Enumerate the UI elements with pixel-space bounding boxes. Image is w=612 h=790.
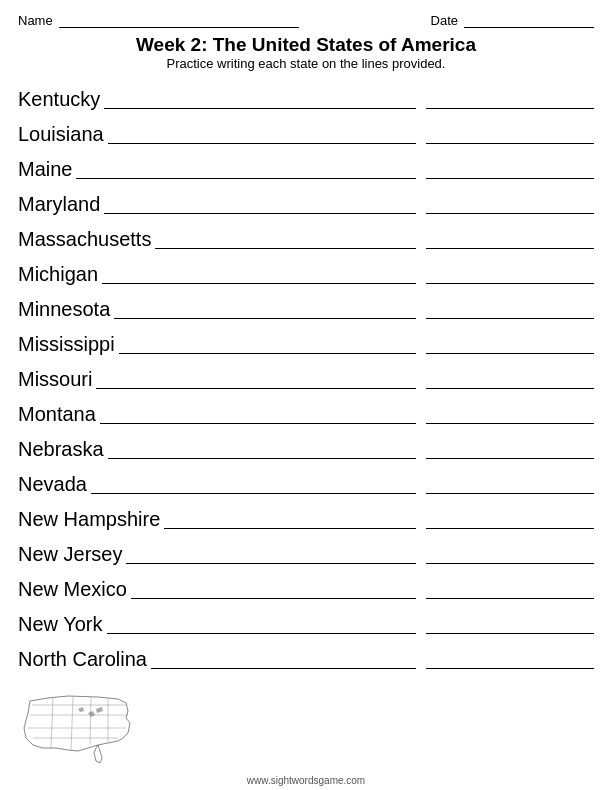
states-section: Kentucky Louisiana Maine Maryland Massachuse…: [18, 79, 594, 673]
state-name: Nevada: [18, 474, 87, 498]
state-name: Nebraska: [18, 439, 104, 463]
write-line-1[interactable]: [104, 91, 416, 109]
write-line-2[interactable]: [426, 546, 594, 564]
write-line-2[interactable]: [426, 161, 594, 179]
name-input-line[interactable]: [59, 12, 299, 28]
page-title: Week 2: The United States of America: [18, 34, 594, 56]
write-line-1[interactable]: [104, 196, 416, 214]
us-map-svg: [18, 693, 138, 768]
state-name: New Hampshire: [18, 509, 160, 533]
write-line-1[interactable]: [102, 266, 416, 284]
svg-line-2: [90, 697, 91, 745]
state-row: Nebraska: [18, 429, 594, 463]
state-name: Maine: [18, 159, 72, 183]
write-line-1[interactable]: [76, 161, 416, 179]
state-name: Massachusetts: [18, 229, 151, 253]
state-row: Maine: [18, 149, 594, 183]
state-name: Louisiana: [18, 124, 104, 148]
write-line-1[interactable]: [108, 441, 416, 459]
write-line-1[interactable]: [91, 476, 416, 494]
state-name: New York: [18, 614, 103, 638]
write-line-2[interactable]: [426, 511, 594, 529]
state-row: Massachusetts: [18, 219, 594, 253]
state-row: Montana: [18, 394, 594, 428]
state-name: Montana: [18, 404, 96, 428]
svg-line-0: [51, 698, 53, 748]
write-line-2[interactable]: [426, 266, 594, 284]
state-name: Minnesota: [18, 299, 110, 323]
state-row: New Mexico: [18, 569, 594, 603]
name-field-row: Name: [18, 12, 299, 28]
write-line-2[interactable]: [426, 336, 594, 354]
state-name: Missouri: [18, 369, 92, 393]
write-line-1[interactable]: [126, 546, 416, 564]
write-line-2[interactable]: [426, 651, 594, 669]
write-line-1[interactable]: [155, 231, 416, 249]
state-row: New Hampshire: [18, 499, 594, 533]
state-row: North Carolina: [18, 639, 594, 673]
state-row: Mississippi: [18, 324, 594, 358]
write-line-1[interactable]: [96, 371, 416, 389]
state-name: Michigan: [18, 264, 98, 288]
write-line-2[interactable]: [426, 616, 594, 634]
state-row: Minnesota: [18, 289, 594, 323]
state-row: Nevada: [18, 464, 594, 498]
state-name: Maryland: [18, 194, 100, 218]
write-line-2[interactable]: [426, 581, 594, 599]
write-line-1[interactable]: [100, 406, 416, 424]
state-row: Missouri: [18, 359, 594, 393]
state-name: New Mexico: [18, 579, 127, 603]
state-name: Mississippi: [18, 334, 115, 358]
top-row: Name Date: [18, 12, 594, 28]
write-line-1[interactable]: [151, 651, 416, 669]
write-line-2[interactable]: [426, 476, 594, 494]
state-name: Kentucky: [18, 89, 100, 113]
state-row: Michigan: [18, 254, 594, 288]
state-name: North Carolina: [18, 649, 147, 673]
write-line-1[interactable]: [131, 581, 416, 599]
state-row: Kentucky: [18, 79, 594, 113]
state-row: Maryland: [18, 184, 594, 218]
footer-url: www.sightwordsgame.com: [247, 775, 365, 786]
state-name: New Jersey: [18, 544, 122, 568]
write-line-2[interactable]: [426, 441, 594, 459]
name-label: Name: [18, 13, 53, 28]
write-line-1[interactable]: [119, 336, 416, 354]
write-line-2[interactable]: [426, 231, 594, 249]
page-subtitle: Practice writing each state on the lines…: [18, 56, 594, 71]
write-line-1[interactable]: [164, 511, 416, 529]
page: Name Date Week 2: The United States of A…: [0, 0, 612, 790]
write-line-2[interactable]: [426, 196, 594, 214]
write-line-2[interactable]: [426, 371, 594, 389]
header-section: Week 2: The United States of America Pra…: [18, 34, 594, 71]
write-line-1[interactable]: [108, 126, 416, 144]
write-line-1[interactable]: [114, 301, 416, 319]
date-input-line[interactable]: [464, 12, 594, 28]
write-line-2[interactable]: [426, 406, 594, 424]
write-line-1[interactable]: [107, 616, 417, 634]
write-line-2[interactable]: [426, 126, 594, 144]
date-label: Date: [431, 13, 458, 28]
state-row: Louisiana: [18, 114, 594, 148]
state-row: New Jersey: [18, 534, 594, 568]
date-field-row: Date: [431, 12, 594, 28]
state-row: New York: [18, 604, 594, 638]
us-map: [18, 693, 138, 768]
write-line-2[interactable]: [426, 301, 594, 319]
write-line-2[interactable]: [426, 91, 594, 109]
